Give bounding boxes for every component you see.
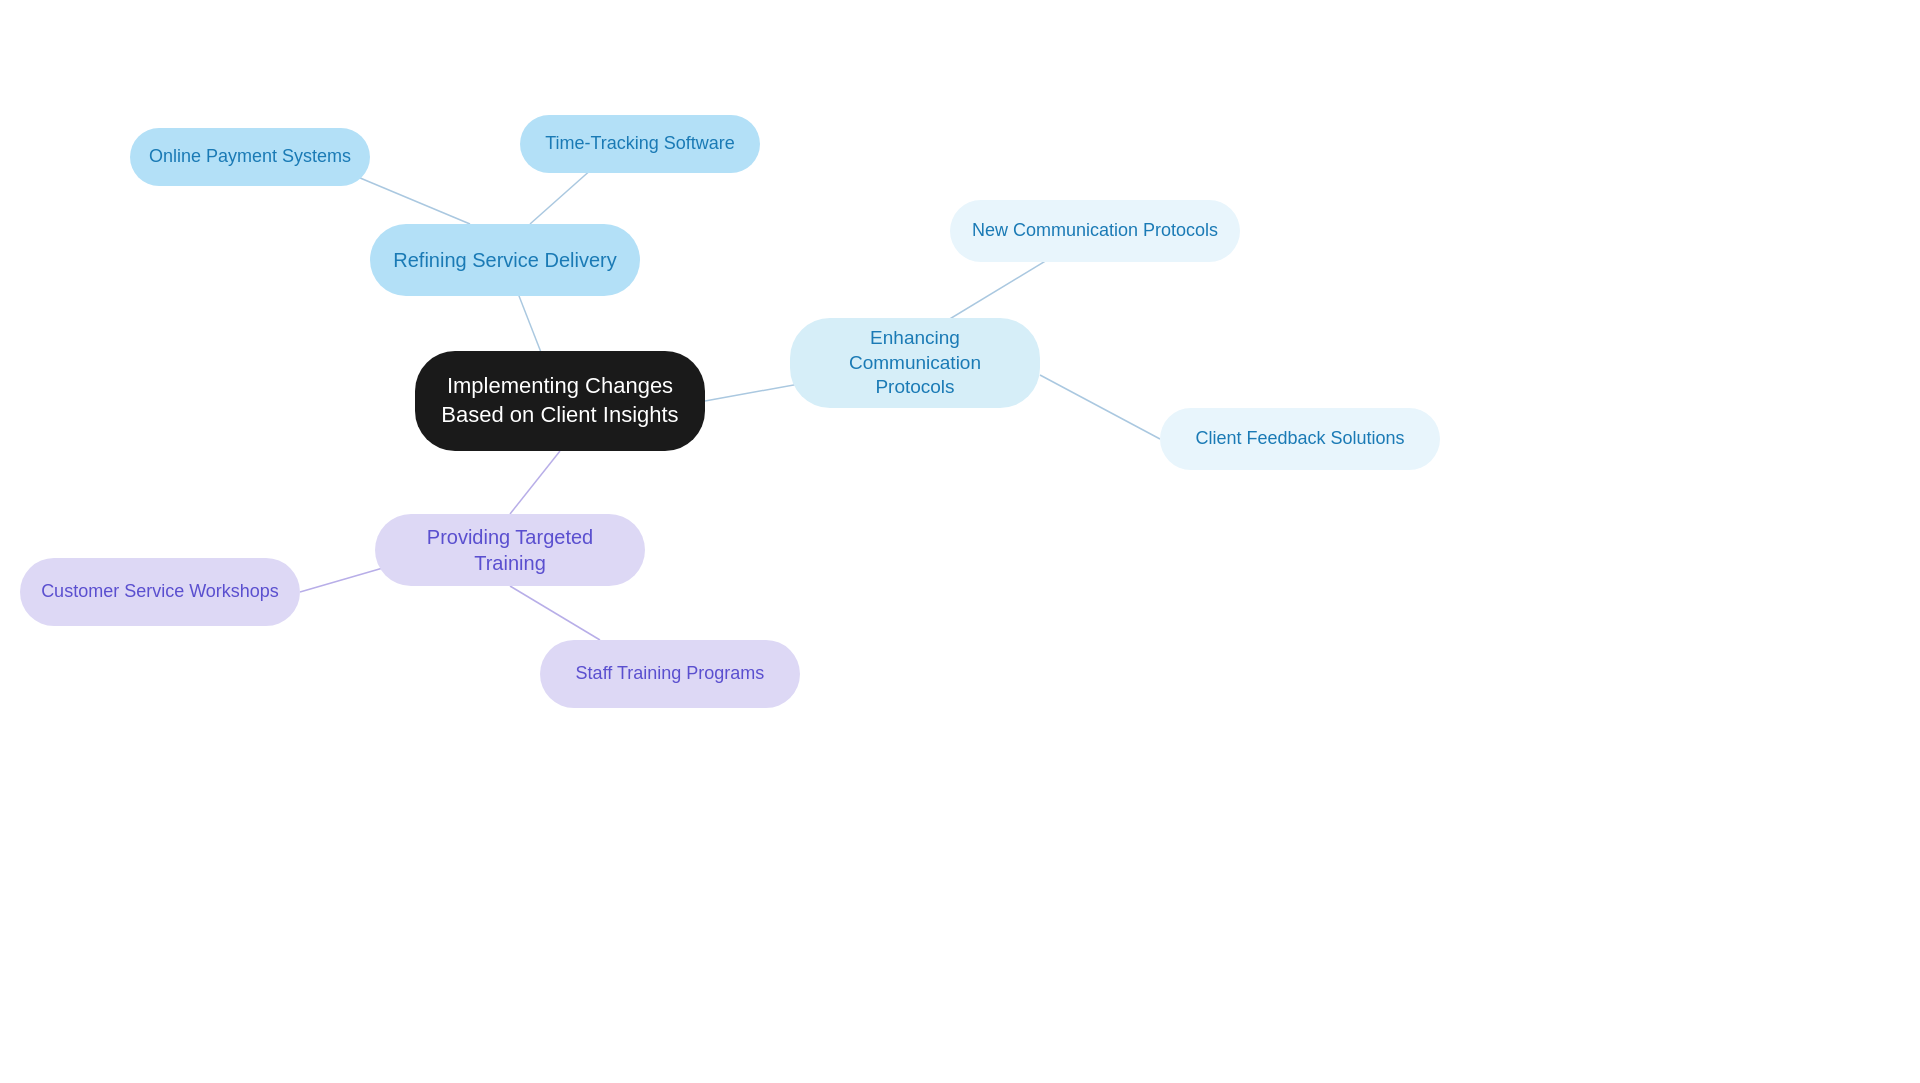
time-tracking-software-label: Time-Tracking Software (527, 132, 753, 155)
customer-service-workshops-node: Customer Service Workshops (20, 558, 300, 626)
refining-service-delivery-label: Refining Service Delivery (375, 247, 634, 273)
refining-service-delivery-node: Refining Service Delivery (370, 224, 640, 296)
online-payment-systems-label: Online Payment Systems (131, 145, 369, 168)
providing-targeted-training-node: Providing Targeted Training (375, 514, 645, 586)
staff-training-programs-label: Staff Training Programs (558, 662, 783, 685)
svg-line-8 (510, 586, 600, 640)
enhancing-communication-protocols-label: Enhancing Communication Protocols (790, 326, 1040, 400)
center-node-label: Implementing Changes Based on Client Ins… (415, 372, 705, 429)
client-feedback-solutions-label: Client Feedback Solutions (1177, 427, 1422, 450)
enhancing-communication-protocols-node: Enhancing Communication Protocols (790, 318, 1040, 408)
providing-targeted-training-label: Providing Targeted Training (375, 524, 645, 576)
center-node: Implementing Changes Based on Client Ins… (415, 351, 705, 451)
time-tracking-software-node: Time-Tracking Software (520, 115, 760, 173)
new-communication-protocols-node: New Communication Protocols (950, 200, 1240, 262)
staff-training-programs-node: Staff Training Programs (540, 640, 800, 708)
client-feedback-solutions-node: Client Feedback Solutions (1160, 408, 1440, 470)
svg-line-6 (510, 451, 560, 514)
new-communication-protocols-label: New Communication Protocols (954, 219, 1236, 242)
customer-service-workshops-label: Customer Service Workshops (23, 580, 297, 603)
online-payment-systems-node: Online Payment Systems (130, 128, 370, 186)
svg-line-5 (1040, 375, 1160, 439)
